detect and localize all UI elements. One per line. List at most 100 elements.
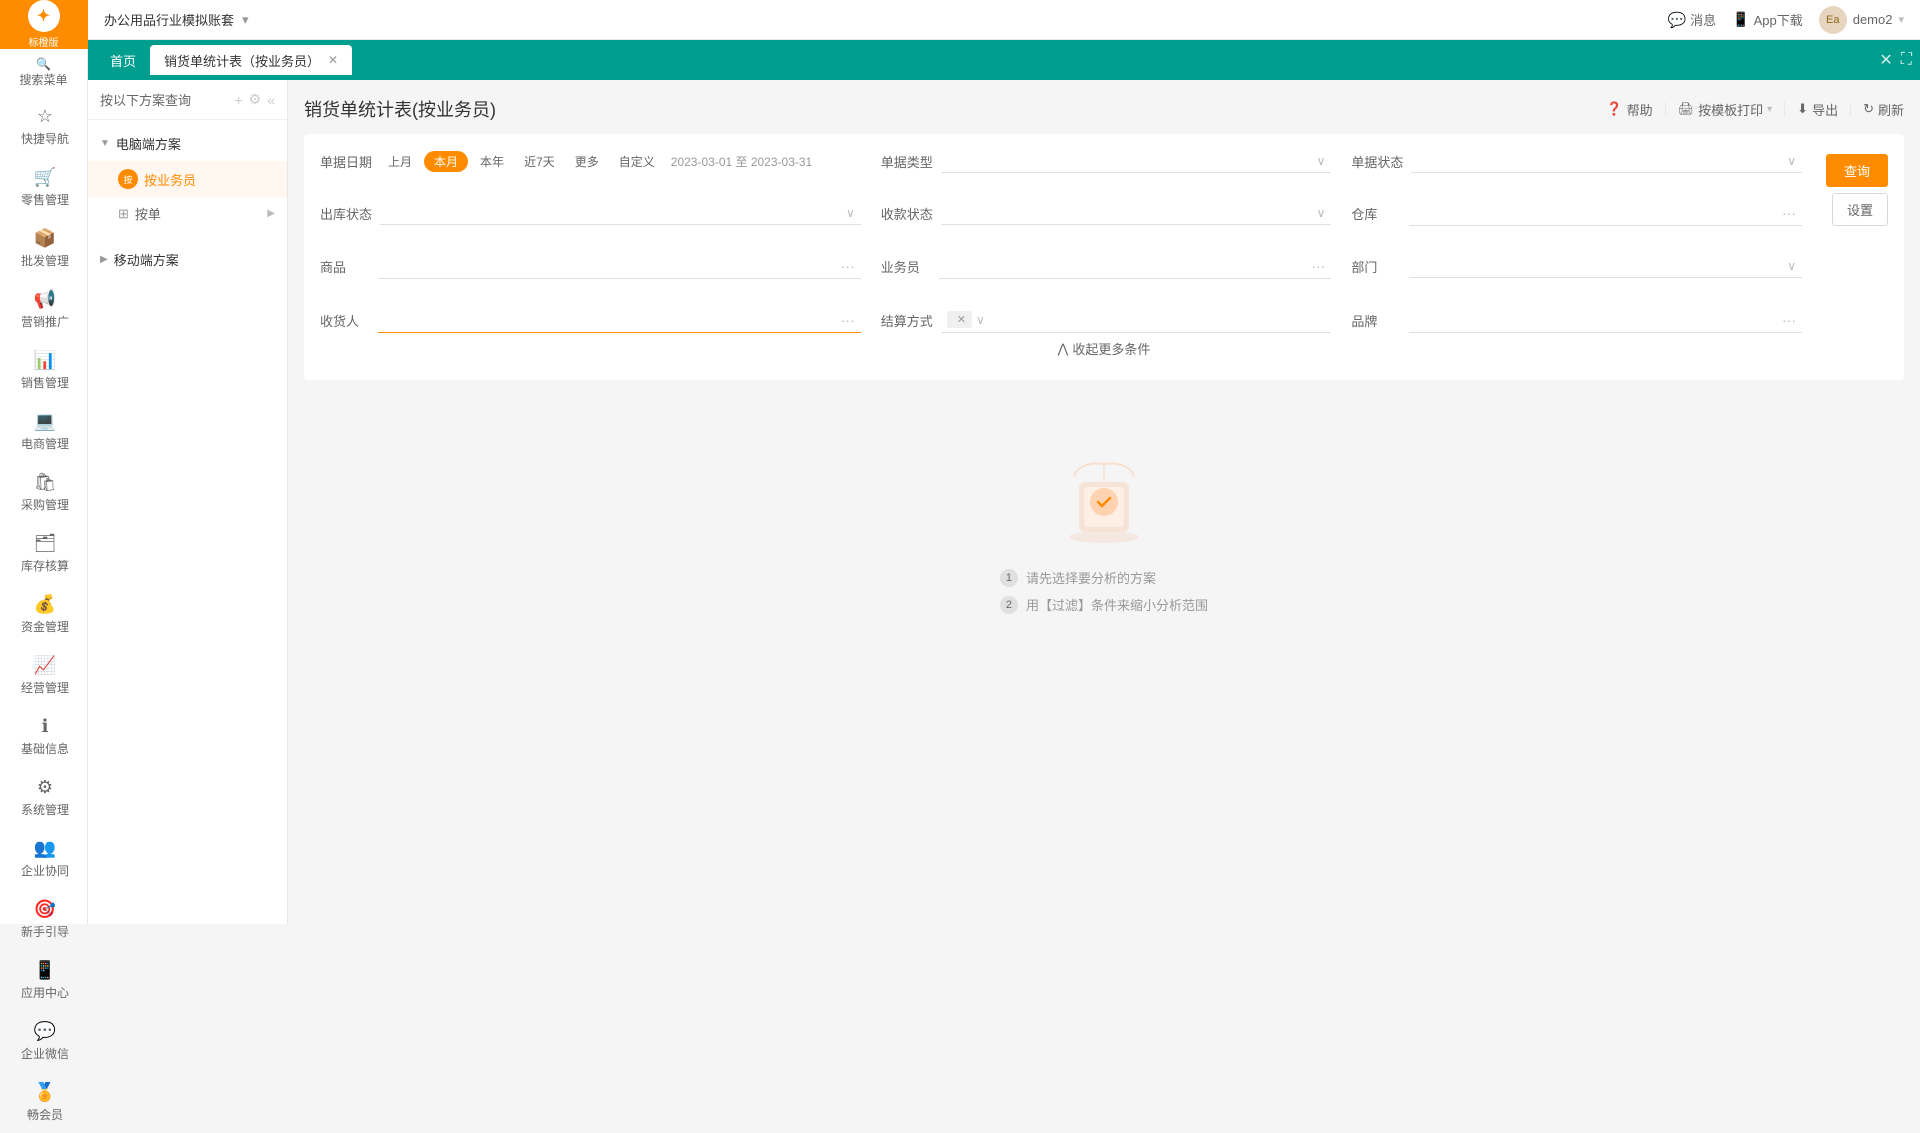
out-status-label: 出库状态 <box>320 204 372 223</box>
tab-bar-actions: ✕ ⛶ <box>1879 50 1912 70</box>
sidebar-item-wholesale[interactable]: 📦 批发管理 <box>0 218 87 279</box>
settlement-select[interactable]: ✕ ∨ <box>941 307 1332 333</box>
sidebar-item-inventory[interactable]: 🗂 库存核算 <box>0 523 87 584</box>
user-info-button[interactable]: Ea demo2 ▾ <box>1819 6 1904 34</box>
filter-card: 单据日期 上月 本月 本年 近7天 更多 自定义 <box>304 134 1904 380</box>
date-tab-this-year[interactable]: 本年 <box>472 151 512 172</box>
collapse-button[interactable]: ⋀ 收起更多条件 <box>320 333 1888 364</box>
consignee-dots[interactable]: ··· <box>841 312 855 328</box>
sidebar-quick-label: 快捷导航 <box>21 130 69 147</box>
sidebar-item-newbie[interactable]: 🎯 新手引导 <box>0 889 87 950</box>
sidebar-item-purchase[interactable]: 🛍 采购管理 <box>0 462 87 523</box>
consignee-select[interactable]: ··· <box>378 308 861 333</box>
panel-sub-group-by-order[interactable]: ⊞ 按单 ▶ <box>88 197 287 230</box>
sidebar-item-member[interactable]: 🏅 畅会员 <box>0 1072 87 1133</box>
receive-status-label: 收款状态 <box>881 204 933 223</box>
by-order-icon: ⊞ <box>118 206 129 222</box>
ecommerce-icon: 💻 <box>34 411 56 432</box>
sidebar-item-operation[interactable]: 📈 经营管理 <box>0 645 87 706</box>
query-button[interactable]: 查询 <box>1826 154 1888 187</box>
sidebar-item-basic[interactable]: ℹ 基础信息 <box>0 706 87 767</box>
tab-report[interactable]: 销货单统计表（按业务员） ✕ <box>150 45 352 75</box>
app-logo[interactable]: ✦ 标橙版 <box>0 0 88 49</box>
brand-select[interactable]: ··· <box>1409 308 1802 333</box>
settings-scheme-button[interactable]: ⚙ <box>249 91 262 108</box>
tab-close-all-button[interactable]: ✕ <box>1879 50 1892 70</box>
sidebar-member-label: 畅会员 <box>27 1106 63 1123</box>
panel-desktop-group-header[interactable]: ▼ 电脑端方案 <box>88 126 287 161</box>
tab-expand-button[interactable]: ⛶ <box>1901 51 1912 69</box>
goods-dots[interactable]: ··· <box>841 258 855 274</box>
account-dropdown-btn[interactable]: ▾ <box>242 12 249 28</box>
order-status-label: 单据状态 <box>1351 152 1403 171</box>
sidebar-item-sales[interactable]: 📊 销售管理 <box>0 340 87 401</box>
sidebar-item-quick[interactable]: ☆ 快捷导航 <box>0 96 87 157</box>
sidebar-nav: 🔍 搜索菜单 ☆ 快捷导航 🛒 零售管理 📦 批发管理 📢 营销推广 📊 销售管… <box>0 49 87 1133</box>
template-print-button[interactable]: 🖨 按模板打印 ▾ <box>1678 100 1773 119</box>
order-status-select[interactable]: ∨ <box>1411 150 1802 173</box>
sidebar-wechat-label: 企业微信 <box>21 1045 69 1062</box>
collapse-label: 收起更多条件 <box>1072 339 1150 358</box>
sidebar-item-finance[interactable]: 💰 资金管理 <box>0 584 87 645</box>
app-label: App下载 <box>1754 10 1803 29</box>
sidebar-item-system[interactable]: ⚙ 系统管理 <box>0 767 87 828</box>
settlement-tag: ✕ <box>947 311 972 328</box>
order-type-select[interactable]: ∨ <box>941 150 1332 173</box>
avatar: Ea <box>1819 6 1847 34</box>
sidebar-item-marketing[interactable]: 📢 营销推广 <box>0 279 87 340</box>
date-tab-custom[interactable]: 自定义 <box>611 151 663 172</box>
date-tab-last-month[interactable]: 上月 <box>380 151 420 172</box>
warehouse-select[interactable]: ··· <box>1409 201 1802 226</box>
staff-dots[interactable]: ··· <box>1311 258 1325 274</box>
add-scheme-button[interactable]: + <box>234 92 242 108</box>
collapse-panel-button[interactable]: « <box>267 92 275 108</box>
out-status-select[interactable]: ∨ <box>380 202 861 225</box>
sidebar-search-label: 搜索菜单 <box>19 71 67 88</box>
sidebar-item-search[interactable]: 🔍 搜索菜单 <box>0 49 87 96</box>
sidebar-system-label: 系统管理 <box>21 801 69 818</box>
sidebar-item-appcenter[interactable]: 📱 应用中心 <box>0 950 87 1011</box>
settlement-tag-close[interactable]: ✕ <box>957 313 966 326</box>
search-icon: 🔍 <box>36 57 51 71</box>
filter-row-3: 商品 ··· 业务员 ··· <box>320 254 1802 279</box>
tab-bar: 首页 销货单统计表（按业务员） ✕ ✕ ⛶ <box>88 40 1920 80</box>
tab-close-button[interactable]: ✕ <box>328 53 338 67</box>
tab-home[interactable]: 首页 <box>96 45 150 75</box>
panel-mobile-group-header[interactable]: ▶ 移动端方案 <box>88 242 287 277</box>
refresh-button[interactable]: ↻ 刷新 <box>1863 100 1904 119</box>
sidebar-purchase-label: 采购管理 <box>21 496 69 513</box>
date-tab-7days[interactable]: 近7天 <box>516 151 563 172</box>
receive-status-select[interactable]: ∨ <box>941 202 1332 225</box>
sidebar-item-retail[interactable]: 🛒 零售管理 <box>0 157 87 218</box>
app-download-button[interactable]: 📱 App下载 <box>1732 10 1803 29</box>
by-order-arrow: ▶ <box>267 208 275 219</box>
sidebar-item-corp[interactable]: 👥 企业协同 <box>0 828 87 889</box>
export-icon: ⬇ <box>1797 101 1808 117</box>
dept-label: 部门 <box>1351 257 1401 276</box>
header-left: 办公用品行业模拟账套 ▾ <box>104 10 249 29</box>
sidebar-item-ecommerce[interactable]: 💻 电商管理 <box>0 401 87 462</box>
finance-icon: 💰 <box>34 594 56 615</box>
brand-dots[interactable]: ··· <box>1782 312 1796 328</box>
message-button[interactable]: 💬 消息 <box>1667 10 1716 29</box>
divider-1 <box>1665 102 1666 116</box>
sidebar-item-wechat[interactable]: 💬 企业微信 <box>0 1011 87 1072</box>
quick-icon: ☆ <box>37 106 53 127</box>
filter-warehouse: 仓库 ··· <box>1351 201 1802 226</box>
goods-select[interactable]: ··· <box>378 254 861 279</box>
date-tab-this-month[interactable]: 本月 <box>424 151 468 172</box>
dept-select[interactable]: ∨ <box>1409 255 1802 278</box>
sidebar-appcenter-label: 应用中心 <box>21 984 69 1001</box>
by-order-label: 按单 <box>135 204 161 223</box>
panel-item-by-staff[interactable]: 按 按业务员 <box>88 161 287 197</box>
system-icon: ⚙ <box>37 777 53 798</box>
export-button[interactable]: ⬇ 导出 <box>1797 100 1838 119</box>
warehouse-dots[interactable]: ··· <box>1782 205 1796 221</box>
staff-select[interactable]: ··· <box>939 254 1332 279</box>
panel-mobile-group: ▶ 移动端方案 <box>88 236 287 283</box>
date-tab-more[interactable]: 更多 <box>567 151 607 172</box>
help-button[interactable]: ❓ 帮助 <box>1606 100 1652 119</box>
member-icon: 🏅 <box>34 1082 56 1103</box>
settings-button[interactable]: 设置 <box>1832 193 1888 226</box>
desktop-group-label: 电脑端方案 <box>116 134 181 153</box>
